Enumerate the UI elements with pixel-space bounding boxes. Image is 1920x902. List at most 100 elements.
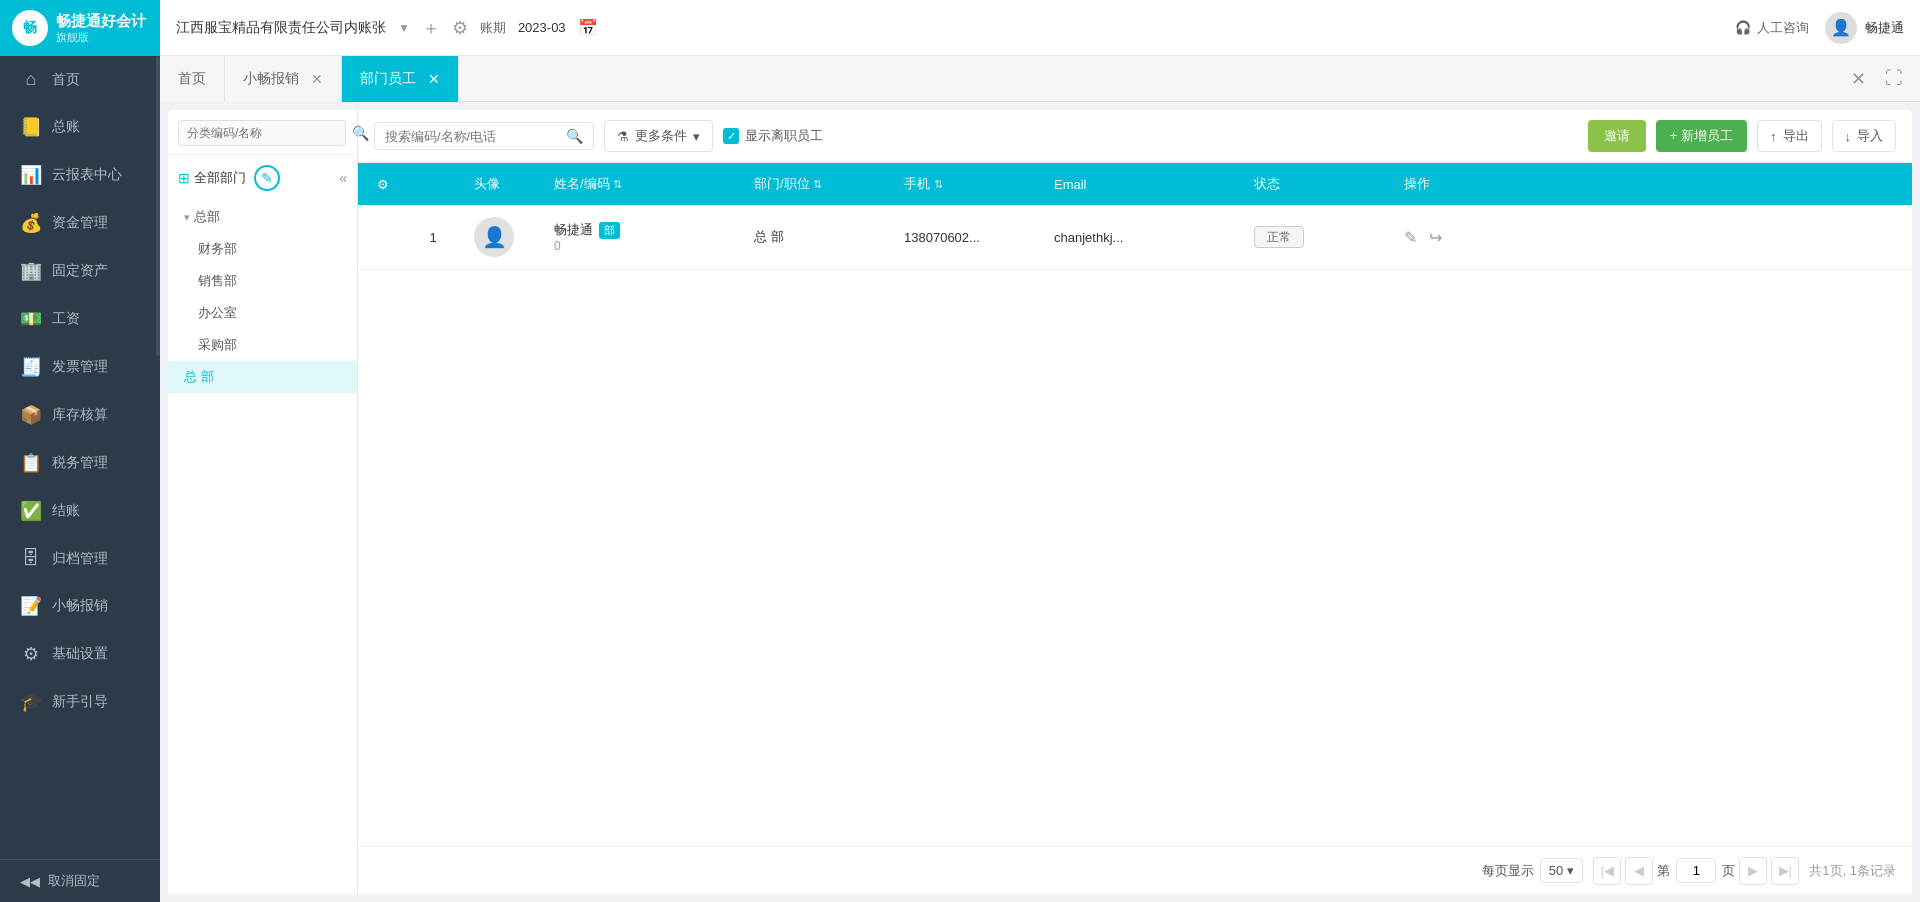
add-employee-button[interactable]: + 新增员工 [1656,120,1747,152]
calendar-icon[interactable]: 📅 [578,18,598,37]
tabs-right: ✕ ⛶ [1844,65,1920,93]
export-button[interactable]: ↑ 导出 [1757,120,1822,152]
dept-sort-icon[interactable]: ⇅ [813,178,822,190]
prev-page-button[interactable]: ◀ [1625,857,1653,885]
toolbar-right: 邀请 + 新增员工 ↑ 导出 ↓ 导入 [1588,120,1896,152]
dept-search-input[interactable] [178,120,346,146]
right-panel: 🔍 ⚗ 更多条件 ▾ ✓ 显示离职员工 邀请 + 新增员工 ↑ 导出 [358,110,1912,894]
app-logo-icon: 畅 [12,10,48,46]
header-settings-icon[interactable]: ⚙ [452,17,468,39]
sidebar: 畅 畅捷通好会计 旗舰版 ⌂ 首页 📒 总账 📊 云报表中心 💰 资金管理 🏢 … [0,0,160,902]
row-num-cell: 1 [408,205,458,270]
header-right: 🎧 人工咨询 👤 畅捷通 [1735,12,1904,44]
gear-icon: ⚙ [377,177,389,192]
company-dropdown-icon[interactable]: ▼ [398,21,410,35]
sidebar-item-archive[interactable]: 🗄 归档管理 [0,535,160,582]
sidebar-logo: 畅 畅捷通好会计 旗舰版 [0,0,160,56]
table-row: 1 👤 畅捷通 部 0 总 部 [358,205,1912,270]
page-unit: 页 [1722,862,1735,880]
tab-close-all-icon[interactable]: ✕ [1844,65,1872,93]
tab-expand-icon[interactable]: ⛶ [1880,65,1908,93]
sidebar-item-home[interactable]: ⌂ 首页 [0,56,160,103]
mobile-sort-icon[interactable]: ⇅ [934,178,943,190]
more-filter-button[interactable]: ⚗ 更多条件 ▾ [604,120,713,152]
filter-dropdown-icon: ▾ [693,129,700,144]
logout-employee-button[interactable]: ↪ [1429,229,1442,246]
tab-xiaochang-close[interactable]: ✕ [311,71,323,87]
sidebar-item-xiaochang[interactable]: 📝 小畅报销 [0,582,160,630]
status-badge: 正常 [1254,226,1304,248]
invite-button[interactable]: 邀请 [1588,120,1646,152]
sidebar-item-ledger[interactable]: 📒 总账 [0,103,160,151]
cancel-pin-button[interactable]: ◀◀ 取消固定 [0,859,160,902]
assets-icon: 🏢 [20,260,42,282]
period-label: 账期 [480,19,506,37]
mobile-col-label: 手机 [904,176,930,191]
show-resigned-checkbox[interactable]: ✓ 显示离职员工 [723,127,823,145]
page-number-input[interactable] [1676,858,1716,883]
archive-icon: 🗄 [20,548,42,569]
sidebar-item-tax[interactable]: 📋 税务管理 [0,439,160,487]
name-sort-icon[interactable]: ⇅ [613,178,622,190]
dept-item-zongbu[interactable]: ▾ 总部 [168,201,357,233]
sidebar-item-guide[interactable]: 🎓 新手引导 [0,678,160,726]
next-page-button[interactable]: ▶ [1739,857,1767,885]
col-num [408,163,458,205]
tax-icon: 📋 [20,452,42,474]
dept-col-label: 部门/职位 [754,176,810,191]
collapse-panel-icon[interactable]: « [339,170,347,186]
dept-item-bgb[interactable]: 办公室 [168,297,357,329]
tab-home[interactable]: 首页 [160,56,225,102]
invoice-icon: 🧾 [20,356,42,378]
sidebar-item-settings[interactable]: ⚙ 基础设置 [0,630,160,678]
dept-item-cwb[interactable]: 财务部 [168,233,357,265]
employee-search-box[interactable]: 🔍 [374,122,594,150]
dept-item-cgb[interactable]: 采购部 [168,329,357,361]
sidebar-item-capital[interactable]: 💰 资金管理 [0,199,160,247]
page-navigation: |◀ ◀ 第 页 ▶ ▶| [1593,857,1799,885]
sidebar-item-reports[interactable]: 📊 云报表中心 [0,151,160,199]
import-icon: ↓ [1845,129,1852,144]
sidebar-item-settlement[interactable]: ✅ 结账 [0,487,160,535]
support-button[interactable]: 🎧 人工咨询 [1735,19,1809,37]
page-label: 第 [1657,862,1670,880]
col-name[interactable]: 姓名/编码 ⇅ [538,163,738,205]
sidebar-item-assets[interactable]: 🏢 固定资产 [0,247,160,295]
name-col-label: 姓名/编码 [554,176,610,191]
tab-xiaochang[interactable]: 小畅报销 ✕ [225,56,342,102]
page-size-dropdown[interactable]: 50 ▾ [1540,858,1583,883]
resigned-checkbox-icon: ✓ [723,128,739,144]
user-info[interactable]: 👤 畅捷通 [1825,12,1904,44]
col-dept[interactable]: 部门/职位 ⇅ [738,163,888,205]
sidebar-item-inventory[interactable]: 📦 库存核算 [0,391,160,439]
all-dept-label: ⊞ 全部部门 [178,169,246,187]
tab-dept-emp[interactable]: 部门员工 ✕ [342,56,459,102]
main-area: 江西服宝精品有限责任公司内账张 ▼ ＋ ⚙ 账期 2023-03 📅 🎧 人工咨… [160,0,1920,902]
import-button[interactable]: ↓ 导入 [1832,120,1897,152]
last-page-button[interactable]: ▶| [1771,857,1799,885]
first-page-button[interactable]: |◀ [1593,857,1621,885]
dept-item-xsb[interactable]: 销售部 [168,265,357,297]
row-actions-cell: ✎ ↪ [1388,205,1912,270]
col-mobile[interactable]: 手机 ⇅ [888,163,1038,205]
filter-icon: ⚗ [617,129,629,144]
edit-employee-button[interactable]: ✎ [1404,229,1417,246]
add-dept-button[interactable]: ✎ [254,165,280,191]
employee-search-input[interactable] [385,129,560,144]
dept-item-zongbu2[interactable]: 总 部 [168,361,357,393]
guide-icon: 🎓 [20,691,42,713]
dept-badge: 部 [599,222,620,239]
xiaochang-icon: 📝 [20,595,42,617]
col-gear[interactable]: ⚙ [358,163,408,205]
sidebar-item-invoice[interactable]: 🧾 发票管理 [0,343,160,391]
capital-icon: 💰 [20,212,42,234]
add-company-icon[interactable]: ＋ [422,16,440,40]
per-page-label: 每页显示 [1482,862,1534,880]
tab-dept-emp-close[interactable]: ✕ [428,71,440,87]
sidebar-item-salary[interactable]: 💵 工资 [0,295,160,343]
employee-search-icon[interactable]: 🔍 [566,128,583,144]
col-email: Email [1038,163,1238,205]
sidebar-nav: ⌂ 首页 📒 总账 📊 云报表中心 💰 资金管理 🏢 固定资产 💵 工资 🧾 发… [0,56,160,859]
col-actions: 操作 [1388,163,1912,205]
user-avatar: 👤 [1825,12,1857,44]
